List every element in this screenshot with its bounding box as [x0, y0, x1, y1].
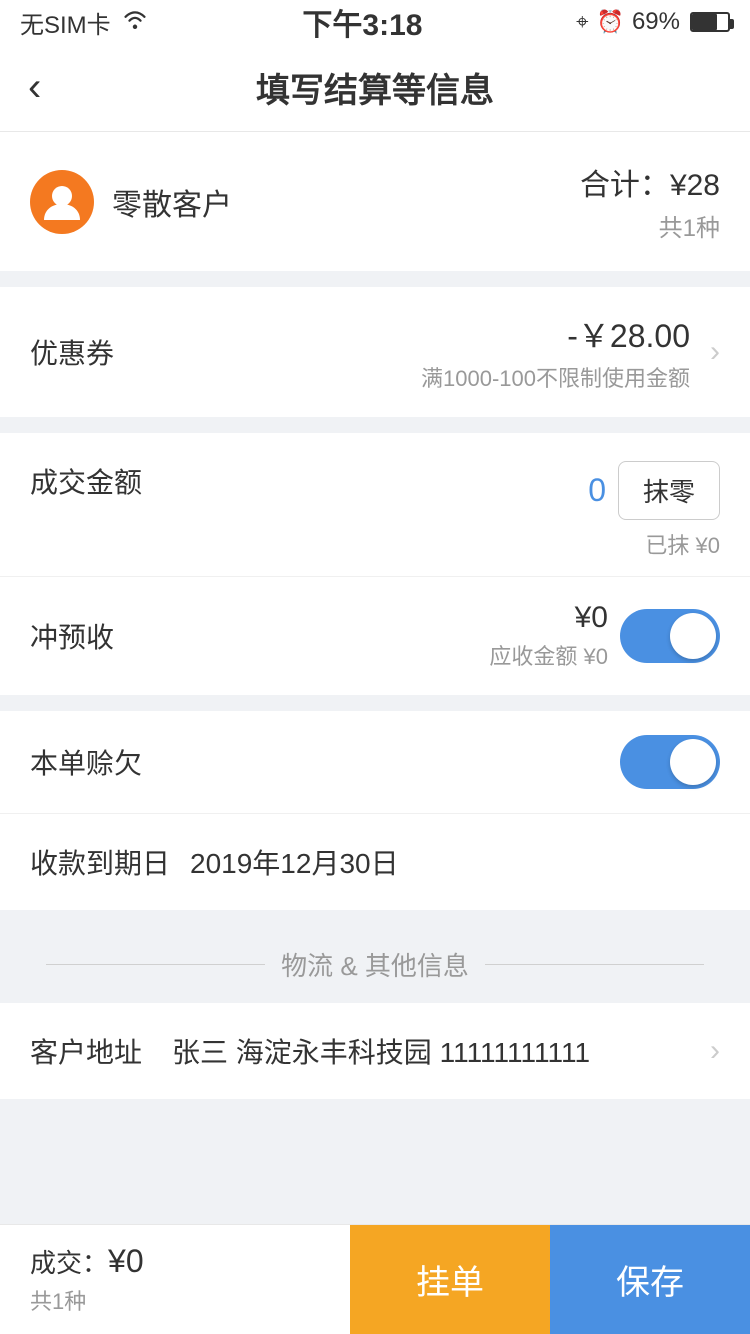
- wifi-icon: [121, 8, 149, 36]
- debt-toggle[interactable]: [620, 735, 720, 789]
- customer-info: 零散客户: [30, 170, 232, 234]
- nav-bar: ‹ 填写结算等信息: [0, 44, 750, 132]
- prepay-toggle-slider: [620, 609, 720, 663]
- bottom-bar: 成交：¥0 共1种 挂单 保存: [0, 1224, 750, 1334]
- battery-text: 69%: [632, 8, 680, 36]
- coupon-value: -￥28.00 满1000-100不限制使用金额: [421, 311, 690, 393]
- address-value: 张三 海淀永丰科技园 11111111111: [172, 1031, 700, 1071]
- logistics-header: 物流 & 其他信息: [0, 926, 750, 1003]
- coupon-desc: 满1000-100不限制使用金额: [421, 361, 690, 393]
- transaction-value-area: 抹零: [526, 461, 720, 520]
- prepay-row: 冲预收 ¥0 应收金额 ¥0: [0, 577, 750, 695]
- address-label: 客户地址: [30, 1031, 142, 1071]
- bottom-summary: 成交：¥0 共1种: [0, 1243, 350, 1316]
- location-icon: ⌖: [576, 9, 588, 35]
- status-time: 下午3:18: [302, 0, 422, 44]
- debt-label: 本单赊欠: [30, 742, 142, 782]
- transaction-row: 成交金额 抹零 已抹 ¥0: [0, 433, 750, 577]
- prepay-label: 冲预收: [30, 616, 114, 656]
- coupon-label: 优惠券: [30, 332, 114, 372]
- carrier-text: 无SIM卡: [20, 5, 111, 40]
- transaction-input[interactable]: [526, 472, 606, 509]
- logistics-label: 物流 & 其他信息: [281, 946, 469, 983]
- total-count: 共1种: [580, 208, 720, 243]
- transaction-section: 成交金额 抹零 已抹 ¥0 冲预收 ¥0 应收金额 ¥0: [0, 433, 750, 695]
- status-left: 无SIM卡: [20, 5, 149, 40]
- hang-button[interactable]: 挂单: [350, 1225, 550, 1334]
- content-area: 零散客户 合计：¥28 共1种 优惠券 -￥28.00 满1000-100不限制…: [0, 132, 750, 1235]
- due-date-row: 收款到期日 2019年12月30日: [0, 814, 750, 910]
- prepay-value-area: ¥0 应收金额 ¥0: [489, 601, 720, 671]
- prepay-receivable: 应收金额 ¥0: [489, 639, 608, 671]
- battery-icon: [690, 12, 730, 32]
- transaction-label: 成交金额: [30, 461, 142, 501]
- coupon-row[interactable]: 优惠券 -￥28.00 满1000-100不限制使用金额 ›: [0, 287, 750, 417]
- customer-name: 零散客户: [112, 180, 232, 224]
- address-chevron-icon: ›: [710, 1034, 720, 1068]
- coupon-section: 优惠券 -￥28.00 满1000-100不限制使用金额 ›: [0, 287, 750, 417]
- address-row[interactable]: 客户地址 张三 海淀永丰科技园 11111111111 ›: [0, 1003, 750, 1099]
- status-right: ⌖ ⏰ 69%: [576, 8, 730, 36]
- coupon-amount: -￥28.00: [421, 311, 690, 357]
- bottom-deal-amount: ¥0: [108, 1243, 144, 1279]
- debt-section: 本单赊欠 收款到期日 2019年12月30日: [0, 711, 750, 910]
- customer-row: 零散客户 合计：¥28 共1种: [0, 132, 750, 271]
- coupon-chevron-icon: ›: [710, 335, 720, 369]
- prepay-toggle[interactable]: [620, 609, 720, 663]
- prepay-value: ¥0 应收金额 ¥0: [489, 601, 608, 671]
- bottom-deal-text: 成交：¥0: [30, 1243, 320, 1280]
- back-button[interactable]: ‹: [28, 65, 41, 110]
- save-button[interactable]: 保存: [550, 1225, 750, 1334]
- customer-total: 合计：¥28 共1种: [580, 160, 720, 243]
- status-bar: 无SIM卡 下午3:18 ⌖ ⏰ 69%: [0, 0, 750, 44]
- due-date-label: 收款到期日: [30, 842, 170, 882]
- address-section: 客户地址 张三 海淀永丰科技园 11111111111 ›: [0, 1003, 750, 1099]
- debt-toggle-slider: [620, 735, 720, 789]
- nav-title: 填写结算等信息: [256, 63, 494, 112]
- due-date-value: 2019年12月30日: [190, 842, 399, 882]
- total-amount: 合计：¥28: [580, 160, 720, 204]
- customer-avatar: [30, 170, 94, 234]
- prepay-amount: ¥0: [489, 601, 608, 635]
- round-zero-button[interactable]: 抹零: [618, 461, 720, 520]
- alarm-icon: ⏰: [597, 9, 624, 35]
- debt-row: 本单赊欠: [0, 711, 750, 814]
- coupon-value-area: -￥28.00 满1000-100不限制使用金额 ›: [421, 311, 720, 393]
- bottom-count: 共1种: [30, 1284, 320, 1316]
- already-rounded-text: 已抹 ¥0: [645, 528, 720, 560]
